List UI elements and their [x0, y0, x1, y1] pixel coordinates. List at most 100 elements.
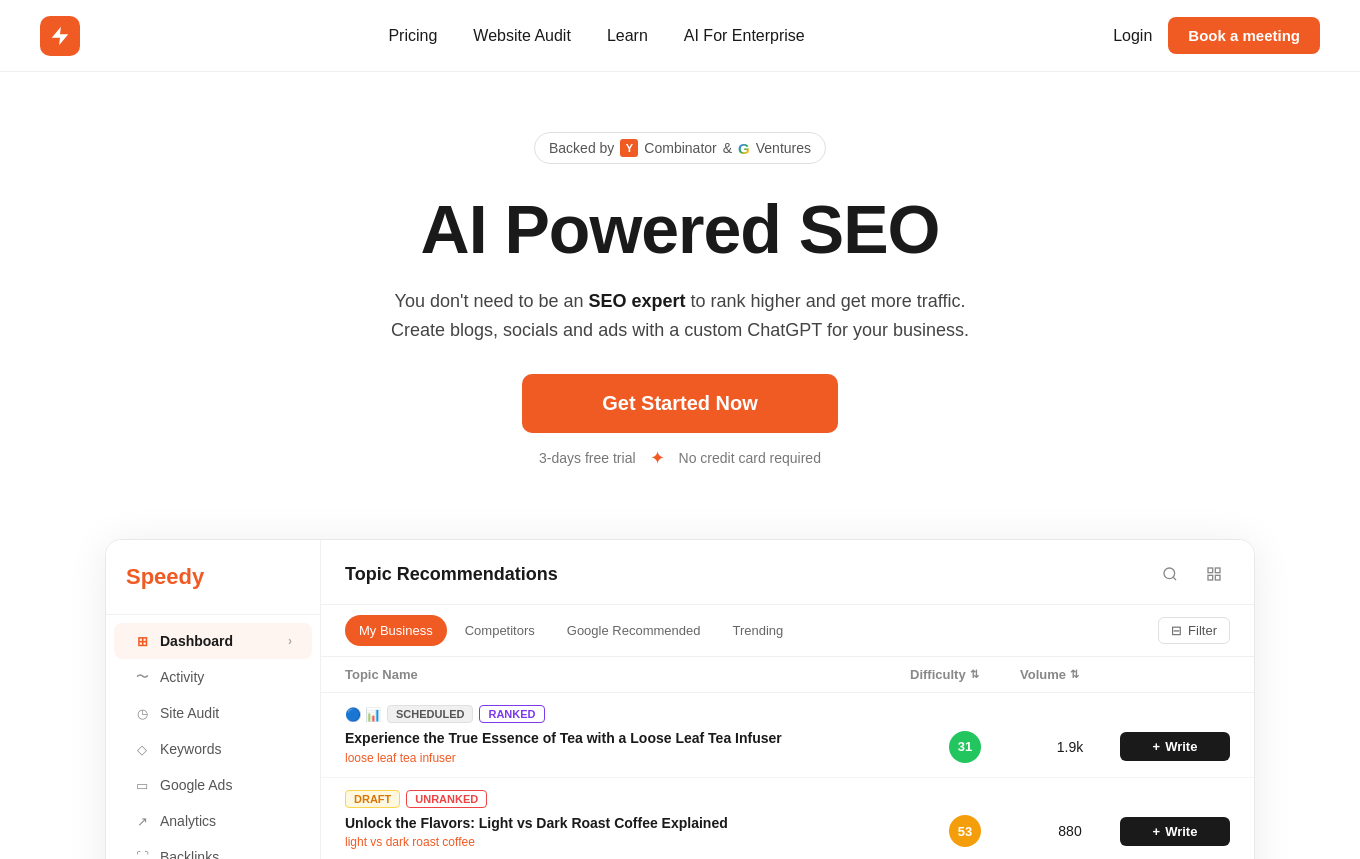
google-icon: G [738, 140, 750, 157]
arrow-icon: › [288, 634, 292, 648]
page-title: Topic Recommendations [345, 564, 558, 585]
tab-trending[interactable]: Trending [718, 615, 797, 646]
badge-draft-2: DRAFT [345, 790, 400, 808]
nav-learn[interactable]: Learn [607, 27, 648, 45]
col-volume[interactable]: Volume ⇅ [1020, 667, 1120, 682]
tab-my-business[interactable]: My Business [345, 615, 447, 646]
dashboard-icon: ⊞ [134, 633, 150, 649]
navbar: Pricing Website Audit Learn AI For Enter… [0, 0, 1360, 72]
nav-actions: Login Book a meeting [1113, 17, 1320, 54]
volume-2: 880 [1020, 823, 1120, 839]
sidebar-item-dashboard[interactable]: ⊞ Dashboard › [114, 623, 312, 659]
sidebar-item-backlinks[interactable]: ⛶ Backlinks [114, 839, 312, 859]
sidebar-label-keywords: Keywords [160, 741, 221, 757]
sort-volume-icon: ⇅ [1070, 668, 1079, 681]
sidebar: Speedy ⊞ Dashboard › 〜 Activity ◷ Site A… [106, 540, 321, 859]
sidebar-label-dashboard: Dashboard [160, 633, 233, 649]
sidebar-item-activity[interactable]: 〜 Activity [114, 659, 312, 695]
google-ads-icon: ▭ [134, 777, 150, 793]
separator-icon: ✦ [650, 447, 665, 469]
book-meeting-button[interactable]: Book a meeting [1168, 17, 1320, 54]
login-button[interactable]: Login [1113, 27, 1152, 45]
table-row: 🔵 📊 SCHEDULED RANKED Experience the True… [321, 693, 1254, 777]
row-badges-2: DRAFT UNRANKED [345, 790, 1230, 808]
row-content-1: Experience the True Essence of Tea with … [345, 729, 1230, 764]
write-button-1[interactable]: + Write [1120, 732, 1230, 761]
sidebar-item-keywords[interactable]: ◇ Keywords [114, 731, 312, 767]
topic-tabs: My Business Competitors Google Recommend… [345, 615, 797, 646]
nav-pricing[interactable]: Pricing [388, 27, 437, 45]
sort-difficulty-icon: ⇅ [970, 668, 979, 681]
sidebar-divider [106, 614, 320, 615]
sidebar-label-backlinks: Backlinks [160, 849, 219, 859]
filter-icon: ⊟ [1171, 623, 1182, 638]
main-content: Topic Recommendations My Business Compet… [321, 540, 1254, 859]
write-button-2[interactable]: + Write [1120, 817, 1230, 846]
sidebar-item-google-ads[interactable]: ▭ Google Ads [114, 767, 312, 803]
trial-text: 3-days free trial [539, 450, 635, 466]
nav-links: Pricing Website Audit Learn AI For Enter… [388, 27, 804, 45]
plus-icon-2: + [1153, 824, 1161, 839]
svg-rect-4 [1215, 576, 1220, 581]
header-icons [1154, 558, 1230, 590]
volume-1: 1.9k [1020, 739, 1120, 755]
table-row: DRAFT UNRANKED Unlock the Flavors: Light… [321, 778, 1254, 859]
row-keyword-2: light vs dark roast coffee [345, 835, 910, 849]
yc-icon: Y [620, 139, 638, 157]
ventures-text: Ventures [756, 140, 811, 156]
difficulty-2: 53 [910, 815, 1020, 847]
svg-rect-2 [1208, 568, 1213, 573]
get-started-button[interactable]: Get Started Now [522, 374, 838, 433]
badge-ranked-1: RANKED [479, 705, 544, 723]
app-preview: Speedy ⊞ Dashboard › 〜 Activity ◷ Site A… [105, 539, 1255, 859]
sidebar-item-analytics[interactable]: ↗ Analytics [114, 803, 312, 839]
backlinks-icon: ⛶ [134, 849, 150, 859]
main-header: Topic Recommendations [321, 540, 1254, 605]
filter-button[interactable]: ⊟ Filter [1158, 617, 1230, 644]
badge-scheduled-1: SCHEDULED [387, 705, 473, 723]
hero-section: Backed by Y Combinator & G Ventures AI P… [0, 72, 1360, 509]
hero-subtext: 3-days free trial ✦ No credit card requi… [20, 447, 1340, 469]
app-logo: Speedy [106, 556, 320, 610]
row-content-2: Unlock the Flavors: Light vs Dark Roast … [345, 814, 1230, 849]
hero-subtitle: You don't need to be an SEO expert to ra… [20, 287, 1340, 345]
badge-unranked-2: UNRANKED [406, 790, 487, 808]
row-keyword-1: loose leaf tea infuser [345, 751, 910, 765]
sidebar-label-activity: Activity [160, 669, 204, 685]
logo-icon[interactable] [40, 16, 80, 56]
sidebar-label-analytics: Analytics [160, 813, 216, 829]
expand-icon[interactable] [1198, 558, 1230, 590]
svg-rect-5 [1208, 576, 1213, 581]
site-audit-icon: ◷ [134, 705, 150, 721]
filter-label: Filter [1188, 623, 1217, 638]
backer-badge: Backed by Y Combinator & G Ventures [534, 132, 826, 164]
nav-ai-enterprise[interactable]: AI For Enterprise [684, 27, 805, 45]
plus-icon-1: + [1153, 739, 1161, 754]
scheduled-icons: 🔵 📊 [345, 707, 381, 722]
svg-line-1 [1173, 577, 1176, 580]
svg-rect-3 [1215, 568, 1220, 573]
difficulty-1: 31 [910, 731, 1020, 763]
row-title-1: Experience the True Essence of Tea with … [345, 729, 910, 747]
keywords-icon: ◇ [134, 741, 150, 757]
analytics-icon: ↗ [134, 813, 150, 829]
nav-website-audit[interactable]: Website Audit [473, 27, 571, 45]
svg-point-0 [1164, 568, 1175, 579]
sidebar-item-site-audit[interactable]: ◷ Site Audit [114, 695, 312, 731]
sidebar-label-google-ads: Google Ads [160, 777, 232, 793]
row-title-2: Unlock the Flavors: Light vs Dark Roast … [345, 814, 910, 832]
sidebar-label-site-audit: Site Audit [160, 705, 219, 721]
badge-text: Backed by [549, 140, 614, 156]
difficulty-value-1: 31 [949, 731, 981, 763]
row-badges-1: 🔵 📊 SCHEDULED RANKED [345, 705, 1230, 723]
col-topic-name: Topic Name [345, 667, 910, 682]
tab-competitors[interactable]: Competitors [451, 615, 549, 646]
tab-google-recommended[interactable]: Google Recommended [553, 615, 715, 646]
activity-icon: 〜 [134, 669, 150, 685]
difficulty-value-2: 53 [949, 815, 981, 847]
search-icon[interactable] [1154, 558, 1186, 590]
hero-title: AI Powered SEO [20, 192, 1340, 267]
no-card-text: No credit card required [679, 450, 821, 466]
col-difficulty[interactable]: Difficulty ⇅ [910, 667, 1020, 682]
and-text: & [723, 140, 732, 156]
